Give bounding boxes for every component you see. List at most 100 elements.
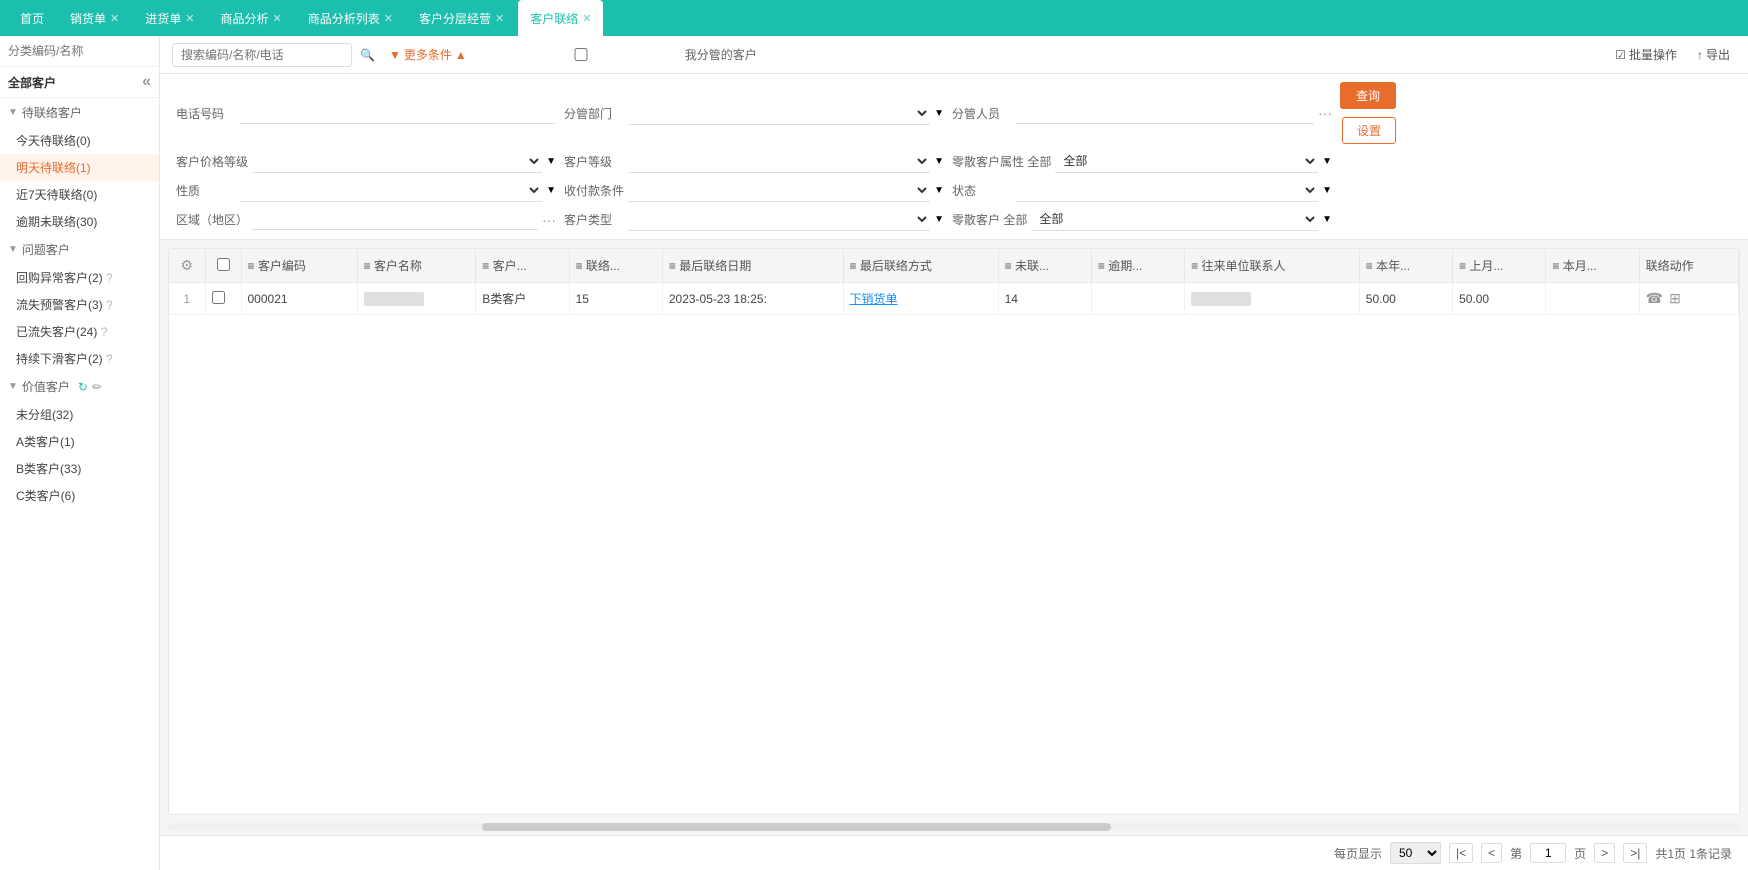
chevron-down-icon-nature: ▼ bbox=[546, 185, 556, 196]
nav-home[interactable]: 首页 bbox=[8, 0, 56, 36]
sidebar-group-problem: ▼ 问题客户 bbox=[0, 235, 159, 264]
sidebar-item-tomorrow-pending[interactable]: 明天待联络(1) bbox=[0, 154, 159, 181]
row-type-0: B类客户 bbox=[476, 283, 569, 315]
my-customers-checkbox[interactable] bbox=[481, 48, 681, 61]
nav-close-customer-tier[interactable]: ✕ bbox=[495, 12, 504, 25]
filter-icon: ▼ bbox=[389, 48, 401, 62]
th-last-month: ≡ 上月... bbox=[1453, 249, 1546, 283]
sidebar-group-pending: ▼ 待联络客户 bbox=[0, 98, 159, 127]
last-method-link-0[interactable]: 下销货单 bbox=[850, 292, 898, 306]
refresh-icon[interactable]: ↻ bbox=[78, 380, 88, 394]
th-customer-type: ≡ 客户... bbox=[476, 249, 569, 283]
nav-close-sales-order[interactable]: ✕ bbox=[110, 12, 119, 25]
export-icon: ↑ bbox=[1697, 48, 1703, 62]
th-overdue: ≡ 逾期... bbox=[1091, 249, 1184, 283]
filter-scatter-attr-select[interactable]: 全部 bbox=[1055, 150, 1318, 173]
filter-bar: 🔍 ▼ 更多条件 ▲ 我分管的客户 ☑ 批量操作 ↑ 导出 bbox=[160, 36, 1748, 74]
nav-purchase-order[interactable]: 进货单 ✕ bbox=[133, 0, 206, 36]
th-this-month: ≡ 本月... bbox=[1546, 249, 1639, 283]
sidebar-item-churned[interactable]: 已流失客户(24) ? bbox=[0, 318, 159, 345]
filter-type-select[interactable] bbox=[628, 208, 930, 231]
row-overdue-0 bbox=[1091, 283, 1184, 315]
table-body: 1 000021 B类客户 15 2023-05-23 18:25: 下销货单 … bbox=[169, 283, 1739, 315]
my-customers-label[interactable]: 我分管的客户 bbox=[481, 46, 757, 63]
sidebar-collapse-icon[interactable]: « bbox=[142, 73, 151, 91]
sidebar-item-today-pending[interactable]: 今天待联络(0) bbox=[0, 127, 159, 154]
filter-type-label: 客户类型 bbox=[564, 211, 624, 228]
row-checkbox-0 bbox=[205, 283, 241, 315]
edit-icon[interactable]: ✏ bbox=[92, 380, 102, 394]
sidebar-item-declining[interactable]: 持续下滑客户(2) ? bbox=[0, 345, 159, 372]
export-btn[interactable]: ↑ 导出 bbox=[1691, 43, 1736, 66]
chevron-down-icon-type: ▼ bbox=[934, 214, 944, 225]
per-page-select[interactable]: 50 100 bbox=[1390, 842, 1441, 864]
filter-person-input[interactable] bbox=[1016, 103, 1314, 124]
prev-page-btn[interactable]: < bbox=[1481, 843, 1502, 863]
next-page-btn[interactable]: > bbox=[1594, 843, 1615, 863]
sidebar-item-ungrouped[interactable]: 未分组(32) bbox=[0, 401, 159, 428]
select-all-checkbox[interactable] bbox=[217, 258, 230, 271]
th-contact-count: ≡ 联络... bbox=[569, 249, 662, 283]
top-navigation: 首页 销货单 ✕ 进货单 ✕ 商品分析 ✕ 商品分析列表 ✕ 客户分层经营 ✕ … bbox=[0, 0, 1748, 36]
filter-status-select[interactable] bbox=[1016, 179, 1318, 202]
filter-person-label: 分管人员 bbox=[952, 105, 1012, 122]
row-contact-count-0: 15 bbox=[569, 283, 662, 315]
filter-price-grade-select[interactable] bbox=[252, 150, 542, 173]
sidebar-item-overdue-contact[interactable]: 逾期未联络(30) bbox=[0, 208, 159, 235]
sidebar-item-class-a[interactable]: A类客户(1) bbox=[0, 428, 159, 455]
filter-phone-input[interactable] bbox=[240, 103, 556, 124]
action-phone-icon-0[interactable]: ☎ bbox=[1646, 290, 1663, 307]
nav-close-purchase[interactable]: ✕ bbox=[185, 12, 194, 25]
row-select-0[interactable] bbox=[212, 291, 225, 304]
filter-nature-select[interactable] bbox=[240, 179, 542, 202]
filter-dept-select[interactable] bbox=[628, 102, 930, 125]
table-settings-icon[interactable]: ⚙ bbox=[180, 257, 193, 273]
nav-customer-contact[interactable]: 客户联络 ✕ bbox=[518, 0, 603, 36]
query-button[interactable]: 查询 bbox=[1340, 82, 1396, 109]
sidebar-item-churn-warning[interactable]: 流失预警客户(3) ? bbox=[0, 291, 159, 318]
triangle-icon: ▼ bbox=[8, 107, 18, 118]
table-horizontal-scrollbar[interactable] bbox=[168, 823, 1740, 831]
table-row: 1 000021 B类客户 15 2023-05-23 18:25: 下销货单 … bbox=[169, 283, 1739, 315]
chevron-down-icon-scatter2: ▼ bbox=[1322, 214, 1332, 225]
sidebar-item-7day-pending[interactable]: 近7天待联络(0) bbox=[0, 181, 159, 208]
sidebar-all-customers-header[interactable]: 全部客户 « bbox=[0, 67, 159, 98]
filter-grade-select[interactable] bbox=[628, 150, 930, 173]
th-contact-person: ≡ 往来单位联系人 bbox=[1185, 249, 1360, 283]
filter-payment-select[interactable] bbox=[628, 179, 930, 202]
th-last-contact-method: ≡ 最后联络方式 bbox=[843, 249, 998, 283]
filter-person-dots[interactable]: ··· bbox=[1318, 105, 1332, 121]
filter-status-label: 状态 bbox=[952, 182, 1012, 199]
nav-close-product-list[interactable]: ✕ bbox=[384, 12, 393, 25]
row-num-0: 1 bbox=[169, 283, 205, 315]
sidebar-item-abnormal[interactable]: 回购异常客户(2) ? bbox=[0, 264, 159, 291]
nav-close-product-analysis[interactable]: ✕ bbox=[273, 12, 282, 25]
chevron-down-icon-dept: ▼ bbox=[934, 108, 944, 119]
filter-region-input[interactable] bbox=[252, 209, 538, 230]
sidebar-search-container: 🔍 bbox=[0, 36, 159, 67]
sidebar-search-input[interactable] bbox=[8, 44, 160, 58]
filter-phone-label: 电话号码 bbox=[176, 105, 236, 122]
sidebar-item-class-b[interactable]: B类客户(33) bbox=[0, 455, 159, 482]
nav-product-analysis[interactable]: 商品分析 ✕ bbox=[208, 0, 293, 36]
row-name-0 bbox=[357, 283, 476, 315]
row-last-month-0: 50.00 bbox=[1453, 283, 1546, 315]
more-conditions-btn[interactable]: ▼ 更多条件 ▲ bbox=[383, 42, 473, 67]
row-actions-0: ☎ ⊞ bbox=[1639, 283, 1738, 315]
nav-sales-order[interactable]: 销货单 ✕ bbox=[58, 0, 131, 36]
search-input[interactable] bbox=[172, 43, 352, 67]
batch-op-btn[interactable]: ☑ 批量操作 bbox=[1609, 43, 1683, 66]
nav-close-customer-contact[interactable]: ✕ bbox=[582, 12, 591, 25]
page-number-input[interactable] bbox=[1530, 843, 1566, 863]
nav-product-analysis-list[interactable]: 商品分析列表 ✕ bbox=[296, 0, 405, 36]
last-page-btn[interactable]: >| bbox=[1623, 843, 1647, 863]
nav-customer-tier[interactable]: 客户分层经营 ✕ bbox=[407, 0, 516, 36]
search-icon[interactable]: 🔍 bbox=[360, 48, 375, 62]
action-grid-icon-0[interactable]: ⊞ bbox=[1669, 290, 1681, 307]
filter-scatter-select[interactable]: 全部 bbox=[1031, 208, 1318, 231]
sidebar-item-class-c[interactable]: C类客户(6) bbox=[0, 482, 159, 509]
filter-region-dots[interactable]: ··· bbox=[542, 212, 556, 228]
first-page-btn[interactable]: |< bbox=[1449, 843, 1473, 863]
scrollbar-thumb[interactable] bbox=[482, 823, 1111, 831]
set-button[interactable]: 设置 bbox=[1342, 117, 1396, 144]
